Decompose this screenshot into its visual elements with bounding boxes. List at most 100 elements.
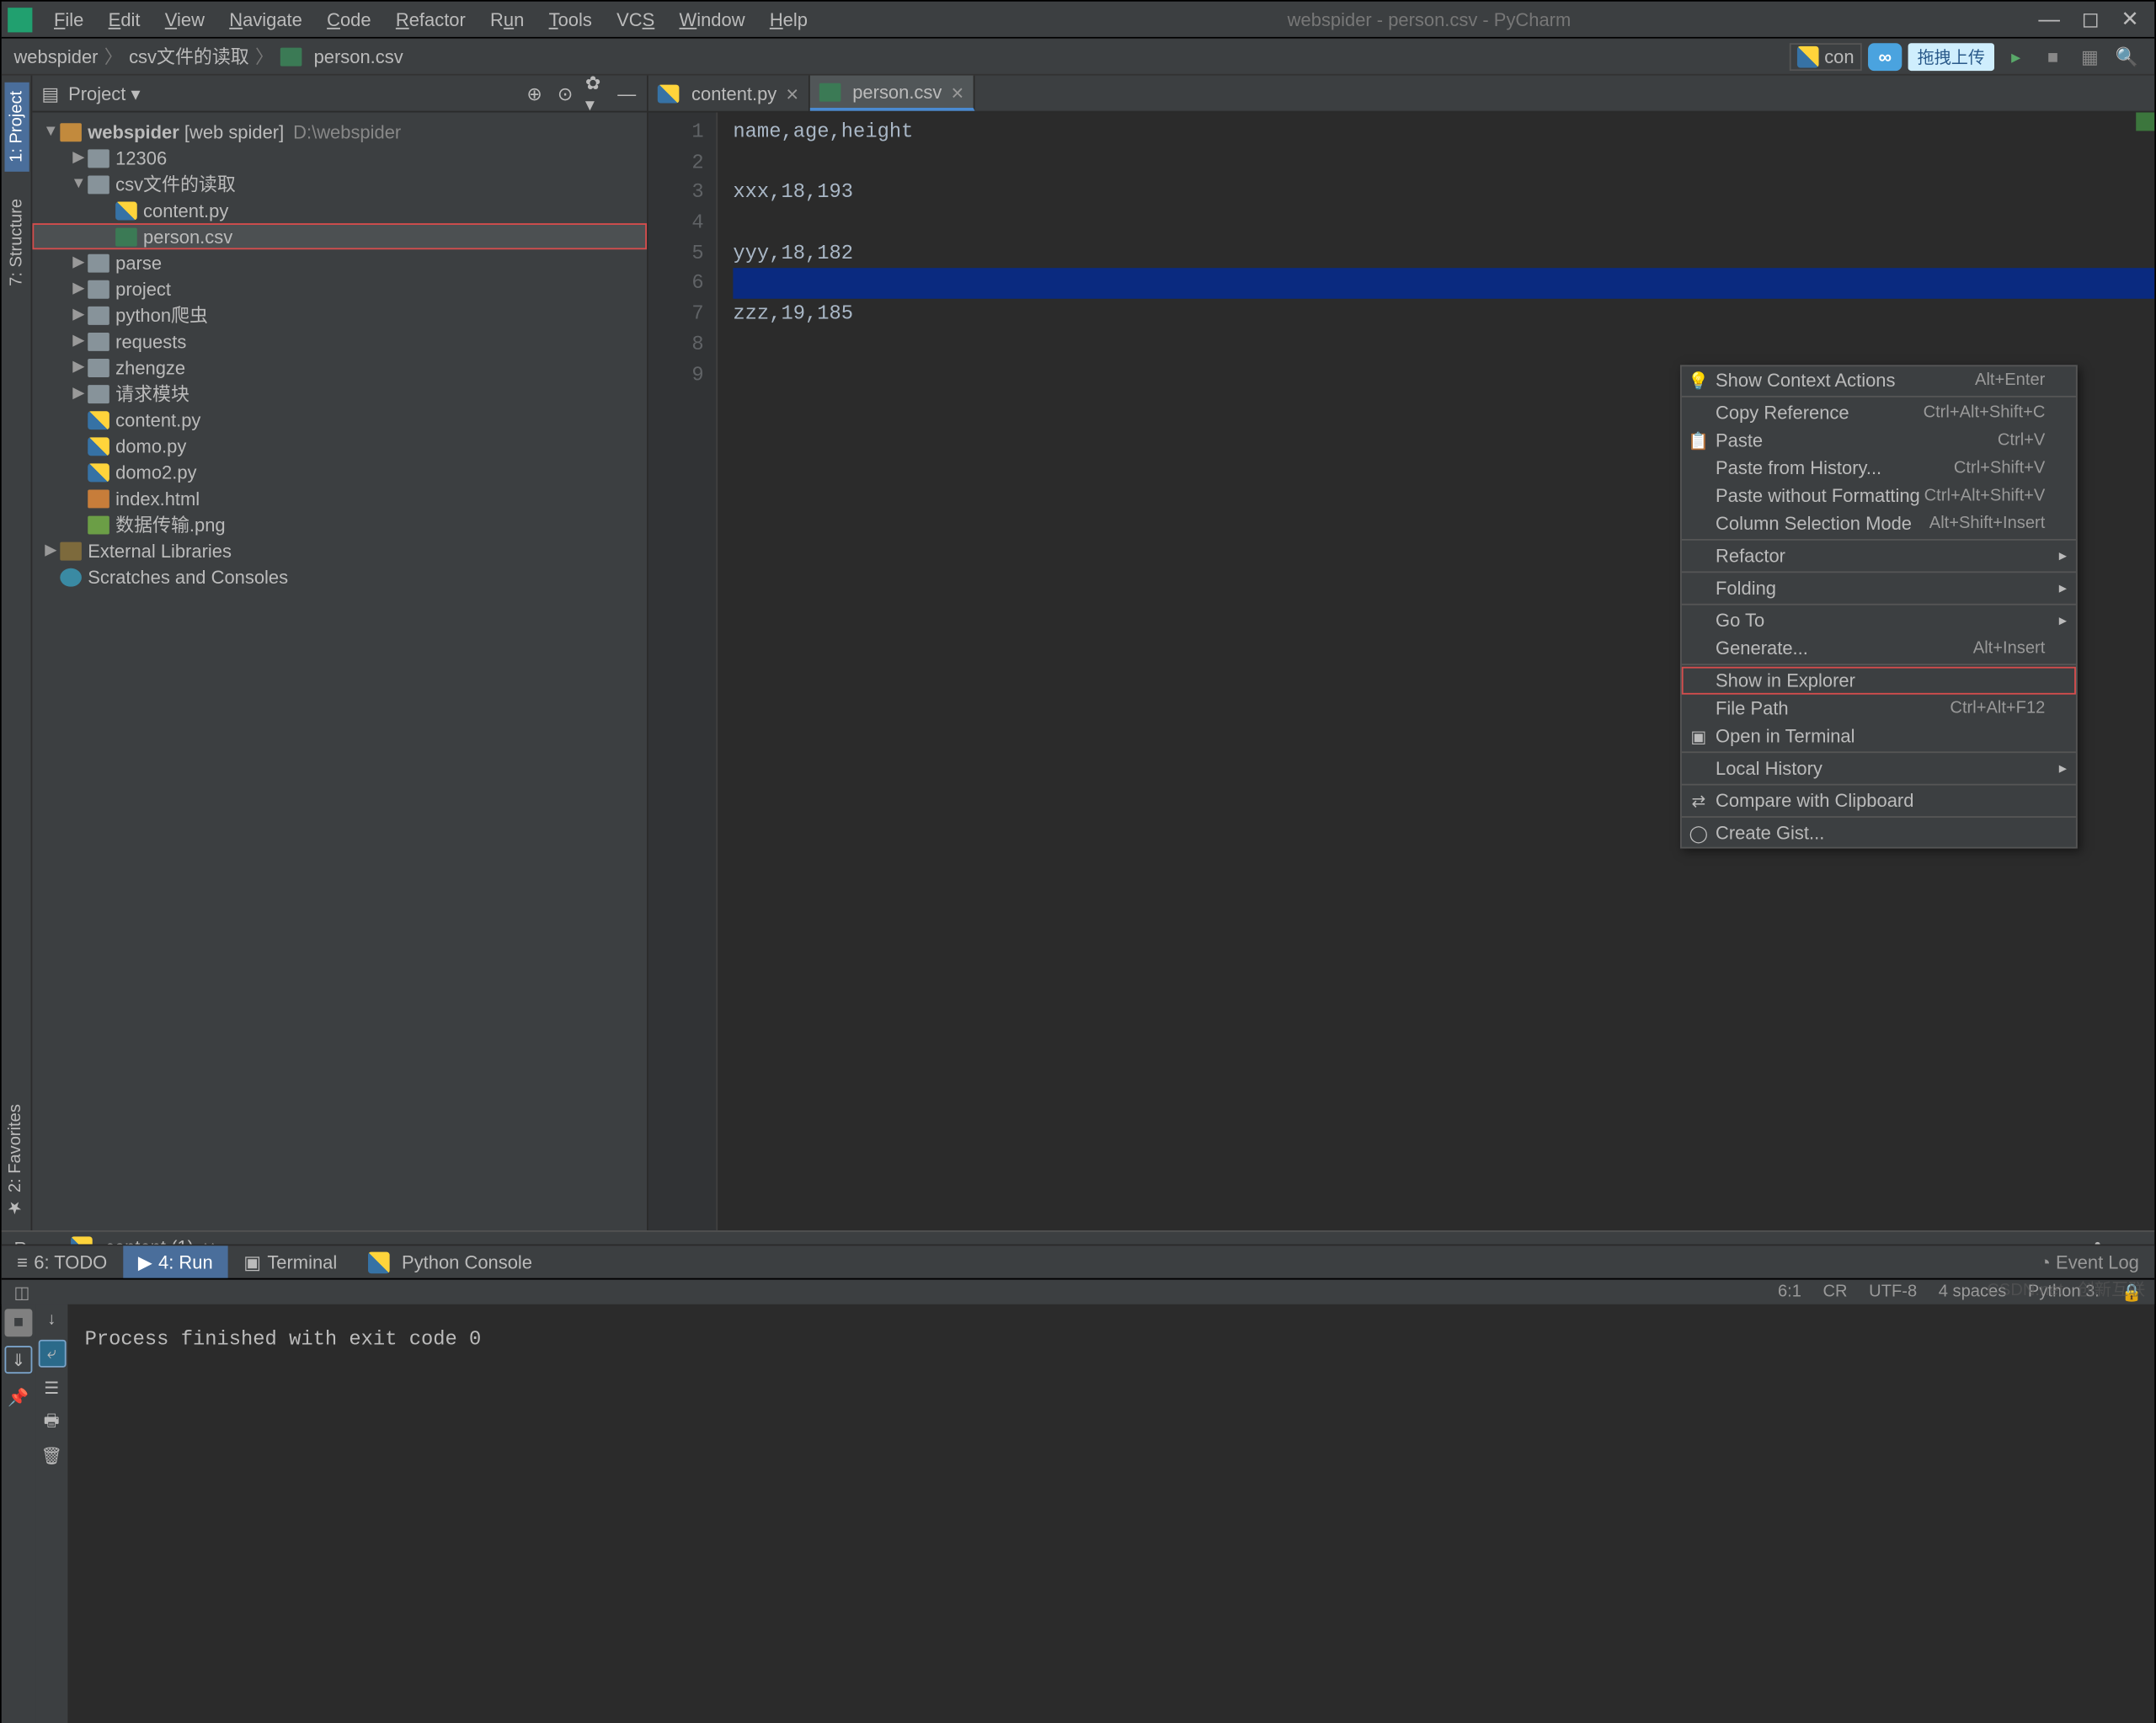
tree-item[interactable]: ▼csv文件的读取 xyxy=(32,171,647,197)
code-line[interactable] xyxy=(733,147,2154,178)
context-menu-item[interactable]: Paste from History...Ctrl+Shift+V xyxy=(1682,454,2076,482)
context-menu-item[interactable]: ◯Create Gist... xyxy=(1682,819,2076,847)
menu-run[interactable]: Run xyxy=(478,8,536,30)
context-menu-item[interactable]: Paste without FormattingCtrl+Alt+Shift+V xyxy=(1682,482,2076,509)
caret-position[interactable]: 6:1 xyxy=(1778,1282,1801,1302)
tree-item[interactable]: ▶12306 xyxy=(32,145,647,171)
project-tree[interactable]: ▼ webspider [web spider] D:\webspider ▶1… xyxy=(32,112,647,1230)
layout-button[interactable]: ⇓ xyxy=(4,1346,32,1374)
print-button[interactable]: 🖶 xyxy=(38,1407,66,1435)
tree-item[interactable]: ▶parse xyxy=(32,249,647,275)
context-menu-item[interactable]: Show in Explorer xyxy=(1682,667,2076,695)
code-line[interactable]: yyy,18,182 xyxy=(733,238,2154,269)
context-menu-item[interactable]: Local History xyxy=(1682,755,2076,782)
down-button[interactable]: ↓ xyxy=(38,1306,66,1334)
scroll-button[interactable]: ☰ xyxy=(38,1374,66,1401)
editor-tab[interactable]: content.py× xyxy=(648,76,809,111)
console-output[interactable]: D:\python37\python.exe D:/webspider/csv文… xyxy=(69,1266,2154,1723)
stop-icon[interactable]: ■ xyxy=(2037,42,2068,70)
tree-item[interactable]: person.csv xyxy=(32,223,647,249)
context-menu-item[interactable]: Refactor xyxy=(1682,542,2076,570)
pin-button[interactable]: 📌 xyxy=(4,1383,32,1411)
code-line[interactable]: zzz,19,185 xyxy=(733,299,2154,329)
menu-refactor[interactable]: Refactor xyxy=(383,8,478,30)
select-opened-icon[interactable]: ⊙ xyxy=(554,83,576,104)
close-icon[interactable]: × xyxy=(951,81,963,103)
external-libraries[interactable]: ▶External Libraries xyxy=(32,537,647,563)
menu-help[interactable]: Help xyxy=(757,8,819,30)
tab-project[interactable]: 1: Project xyxy=(4,82,29,172)
context-menu-item[interactable]: File PathCtrl+Alt+F12 xyxy=(1682,695,2076,723)
menu-window[interactable]: Window xyxy=(667,8,757,30)
encoding[interactable]: UTF-8 xyxy=(1869,1282,1917,1302)
tree-item[interactable]: ▶requests xyxy=(32,328,647,354)
hide-icon[interactable]: — xyxy=(616,83,638,104)
context-menu-item[interactable]: Generate...Alt+Insert xyxy=(1682,634,2076,662)
tool-windows-icon[interactable]: ◫ xyxy=(13,1282,29,1302)
line-ending[interactable]: CR xyxy=(1823,1282,1848,1302)
settings-icon[interactable]: ✿ ▾ xyxy=(585,83,607,104)
code-line[interactable]: name,age,height xyxy=(733,117,2154,147)
tree-item[interactable]: ▶zhengze xyxy=(32,355,647,381)
tree-item[interactable]: domo2.py xyxy=(32,459,647,485)
terminal-tab[interactable]: ▣ Terminal xyxy=(228,1245,353,1278)
tree-item[interactable]: index.html xyxy=(32,485,647,511)
menu-vcs[interactable]: VCS xyxy=(604,8,666,30)
maximize-button[interactable]: ◻ xyxy=(2082,6,2100,32)
menu-item-icon: 📋 xyxy=(1688,429,1710,451)
tab-structure[interactable]: 7: Structure xyxy=(4,190,29,296)
context-menu-item[interactable]: 💡Show Context ActionsAlt+Enter xyxy=(1682,366,2076,394)
cloud-icon[interactable]: ∞ xyxy=(1868,42,1902,70)
code-line[interactable]: xxx,18,193 xyxy=(733,178,2154,208)
menu-tools[interactable]: Tools xyxy=(536,8,604,30)
run-config-selector[interactable]: con xyxy=(1789,42,1862,70)
context-menu-item[interactable]: ▣Open in Terminal xyxy=(1682,723,2076,750)
stop-button[interactable]: ■ xyxy=(4,1309,32,1336)
context-menu-item[interactable]: Copy ReferenceCtrl+Alt+Shift+C xyxy=(1682,399,2076,427)
softwrap-button[interactable]: ⤶ xyxy=(38,1340,66,1368)
close-button[interactable]: ✕ xyxy=(2121,6,2138,32)
tree-item[interactable]: ▶project xyxy=(32,275,647,301)
code-line[interactable] xyxy=(733,329,2154,360)
crumb-project[interactable]: webspider xyxy=(13,45,98,67)
menu-navigate[interactable]: Navigate xyxy=(217,8,315,30)
context-menu-item[interactable]: ⇄Compare with Clipboard xyxy=(1682,787,2076,814)
editor-context-menu[interactable]: 💡Show Context ActionsAlt+Enter Copy Refer… xyxy=(1680,365,2078,848)
collapse-icon[interactable]: ⊕ xyxy=(524,83,546,104)
code-line[interactable] xyxy=(733,269,2154,299)
tree-root[interactable]: ▼ webspider [web spider] D:\webspider xyxy=(32,119,647,145)
upload-badge[interactable]: 拖拽上传 xyxy=(1908,42,1994,70)
todo-tab[interactable]: ≡ 6: TODO xyxy=(2,1245,123,1278)
tree-item[interactable]: content.py xyxy=(32,197,647,223)
crumb-folder[interactable]: csv文件的读取 xyxy=(129,43,249,69)
tree-item[interactable]: ▶请求模块 xyxy=(32,381,647,407)
window-title: webspider - person.csv - PyCharm xyxy=(820,8,2039,30)
event-log-tab[interactable]: ◔ Event Log xyxy=(2040,1251,2139,1273)
editor-tab[interactable]: person.csv× xyxy=(809,76,974,111)
tree-item[interactable]: 数据传输.png xyxy=(32,511,647,537)
tree-item[interactable]: domo.py xyxy=(32,433,647,459)
tab-favorites[interactable]: ★ 2: Favorites xyxy=(2,1096,28,1227)
crumb-file[interactable]: person.csv xyxy=(314,45,403,67)
context-menu-item[interactable]: Column Selection ModeAlt+Shift+Insert xyxy=(1682,509,2076,537)
project-title[interactable]: Project ▾ xyxy=(68,83,515,104)
context-menu-item[interactable]: Folding xyxy=(1682,574,2076,602)
menu-edit[interactable]: Edit xyxy=(96,8,152,30)
search-icon[interactable] xyxy=(2111,42,2143,70)
debug-icon[interactable]: ▸ xyxy=(2000,42,2031,70)
python-console-tab[interactable]: Python Console xyxy=(353,1245,548,1278)
tree-item[interactable]: content.py xyxy=(32,407,647,433)
run-tab-bottom[interactable]: ▶ 4: Run xyxy=(123,1245,228,1278)
context-menu-item[interactable]: Go To xyxy=(1682,606,2076,634)
menu-code[interactable]: Code xyxy=(314,8,383,30)
close-icon[interactable]: × xyxy=(786,83,798,104)
context-menu-item[interactable]: 📋PasteCtrl+V xyxy=(1682,427,2076,455)
scratches[interactable]: Scratches and Consoles xyxy=(32,563,647,589)
minimize-button[interactable]: — xyxy=(2038,6,2060,32)
code-line[interactable] xyxy=(733,208,2154,238)
layout-icon[interactable]: ▦ xyxy=(2074,42,2105,70)
tree-item[interactable]: ▶python爬虫 xyxy=(32,301,647,328)
menu-view[interactable]: View xyxy=(152,8,216,30)
menu-file[interactable]: File xyxy=(41,8,96,30)
clear-button[interactable]: 🗑 xyxy=(38,1442,66,1470)
